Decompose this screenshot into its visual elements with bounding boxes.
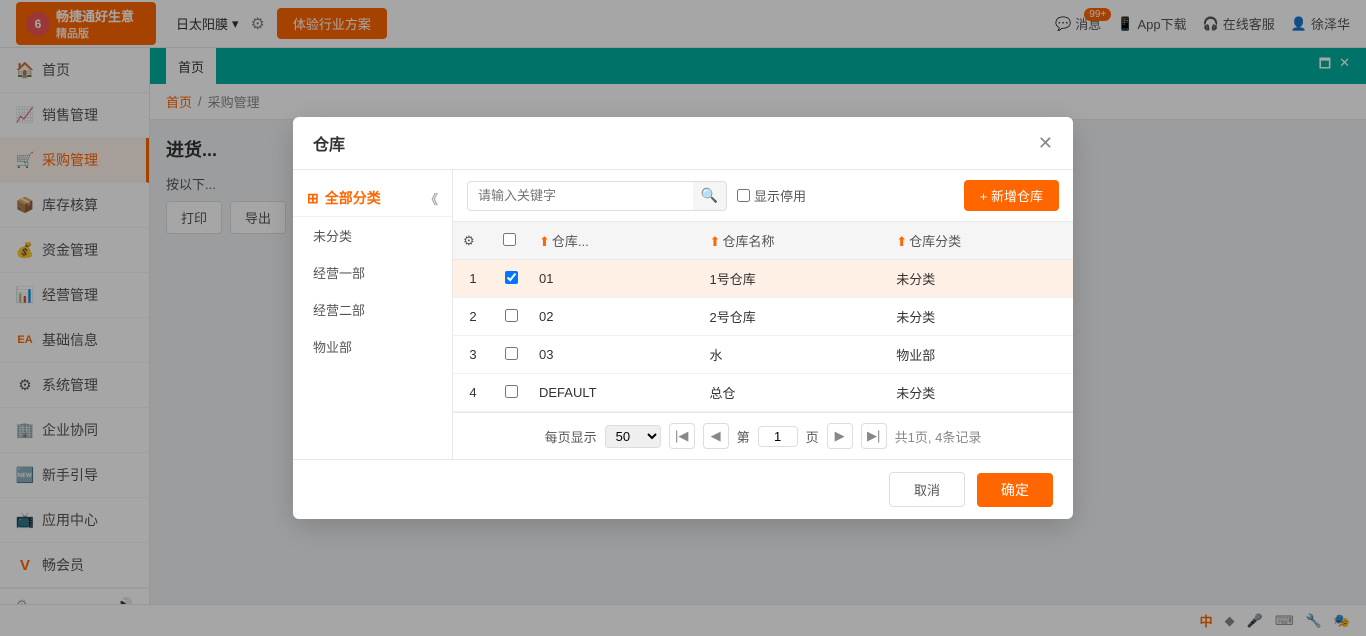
row-name: 1号仓库 <box>700 260 887 298</box>
modal-title: 仓库 <box>313 131 345 155</box>
table-row[interactable]: 4 DEFAULT 总仓 未分类 <box>453 374 1073 412</box>
select-all-checkbox[interactable] <box>503 233 516 246</box>
row-checkbox[interactable] <box>505 385 518 398</box>
col-settings: ⚙ <box>453 222 493 260</box>
row-code: 02 <box>529 298 700 336</box>
row-code: DEFAULT <box>529 374 700 412</box>
row-num: 1 <box>453 260 493 298</box>
search-icon[interactable]: 🔍 <box>693 182 726 210</box>
new-warehouse-button[interactable]: + 新增仓库 <box>964 180 1059 211</box>
search-input[interactable] <box>468 188 693 203</box>
prev-page-button[interactable]: ◀ <box>703 423 729 449</box>
modal-close-button[interactable]: ✕ <box>1038 134 1053 152</box>
modal-main: 🔍 显示停用 + 新增仓库 ⚙ <box>453 170 1073 459</box>
first-page-button[interactable]: |◀ <box>669 423 695 449</box>
row-checkbox-cell[interactable] <box>493 298 529 336</box>
row-code: 03 <box>529 336 700 374</box>
row-name: 水 <box>700 336 887 374</box>
row-checkbox[interactable] <box>505 309 518 322</box>
search-box: 🔍 <box>467 181 727 211</box>
cancel-button[interactable]: 取消 <box>889 472 965 507</box>
modal-overlay: 仓库 ✕ ⊞ 全部分类 《 未分类 经营一部 经营二部 物业部 <box>0 0 1366 636</box>
category-item-operations2[interactable]: 经营二部 <box>293 291 452 328</box>
page-number-input[interactable] <box>758 426 798 447</box>
category-sidebar: ⊞ 全部分类 《 未分类 经营一部 经营二部 物业部 <box>293 170 453 459</box>
row-checkbox-cell[interactable] <box>493 260 529 298</box>
category-item-operations1[interactable]: 经营一部 <box>293 254 452 291</box>
modal-body: ⊞ 全部分类 《 未分类 经营一部 经营二部 物业部 🔍 <box>293 170 1073 459</box>
col-check <box>493 222 529 260</box>
row-category: 未分类 <box>886 260 1073 298</box>
all-categories-button[interactable]: ⊞ 全部分类 《 <box>293 180 452 217</box>
row-category: 未分类 <box>886 298 1073 336</box>
collapse-sidebar-button[interactable]: 《 <box>425 189 438 208</box>
row-num: 2 <box>453 298 493 336</box>
modal-toolbar: 🔍 显示停用 + 新增仓库 <box>453 170 1073 222</box>
per-page-select[interactable]: 50 10 20 100 <box>605 425 661 448</box>
row-name: 总仓 <box>700 374 887 412</box>
modal-pagination: 每页显示 50 10 20 100 |◀ ◀ 第 页 ▶ ▶| 共1页, 4条记… <box>453 412 1073 459</box>
category-item-property[interactable]: 物业部 <box>293 328 452 365</box>
row-checkbox[interactable] <box>505 271 518 284</box>
show-disabled-checkbox[interactable] <box>737 189 750 202</box>
warehouse-table: ⚙ ⬆仓库... ⬆仓库名称 <box>453 222 1073 412</box>
row-category: 物业部 <box>886 336 1073 374</box>
table-row[interactable]: 2 02 2号仓库 未分类 <box>453 298 1073 336</box>
modal-footer: 取消 确定 <box>293 459 1073 519</box>
row-checkbox[interactable] <box>505 347 518 360</box>
row-num: 3 <box>453 336 493 374</box>
table-row[interactable]: 3 03 水 物业部 <box>453 336 1073 374</box>
row-category: 未分类 <box>886 374 1073 412</box>
warehouse-table-wrap: ⚙ ⬆仓库... ⬆仓库名称 <box>453 222 1073 412</box>
row-code: 01 <box>529 260 700 298</box>
last-page-button[interactable]: ▶| <box>861 423 887 449</box>
table-row[interactable]: 1 01 1号仓库 未分类 <box>453 260 1073 298</box>
show-disabled-label[interactable]: 显示停用 <box>737 186 806 205</box>
col-category: ⬆仓库分类 <box>886 222 1073 260</box>
row-name: 2号仓库 <box>700 298 887 336</box>
row-checkbox-cell[interactable] <box>493 374 529 412</box>
row-num: 4 <box>453 374 493 412</box>
next-page-button[interactable]: ▶ <box>827 423 853 449</box>
warehouse-modal: 仓库 ✕ ⊞ 全部分类 《 未分类 经营一部 经营二部 物业部 <box>293 117 1073 519</box>
table-header-row: ⚙ ⬆仓库... ⬆仓库名称 <box>453 222 1073 260</box>
col-name: ⬆仓库名称 <box>700 222 887 260</box>
confirm-button[interactable]: 确定 <box>977 473 1053 507</box>
category-item-unclassified[interactable]: 未分类 <box>293 217 452 254</box>
col-code: ⬆仓库... <box>529 222 700 260</box>
modal-header: 仓库 ✕ <box>293 117 1073 170</box>
row-checkbox-cell[interactable] <box>493 336 529 374</box>
